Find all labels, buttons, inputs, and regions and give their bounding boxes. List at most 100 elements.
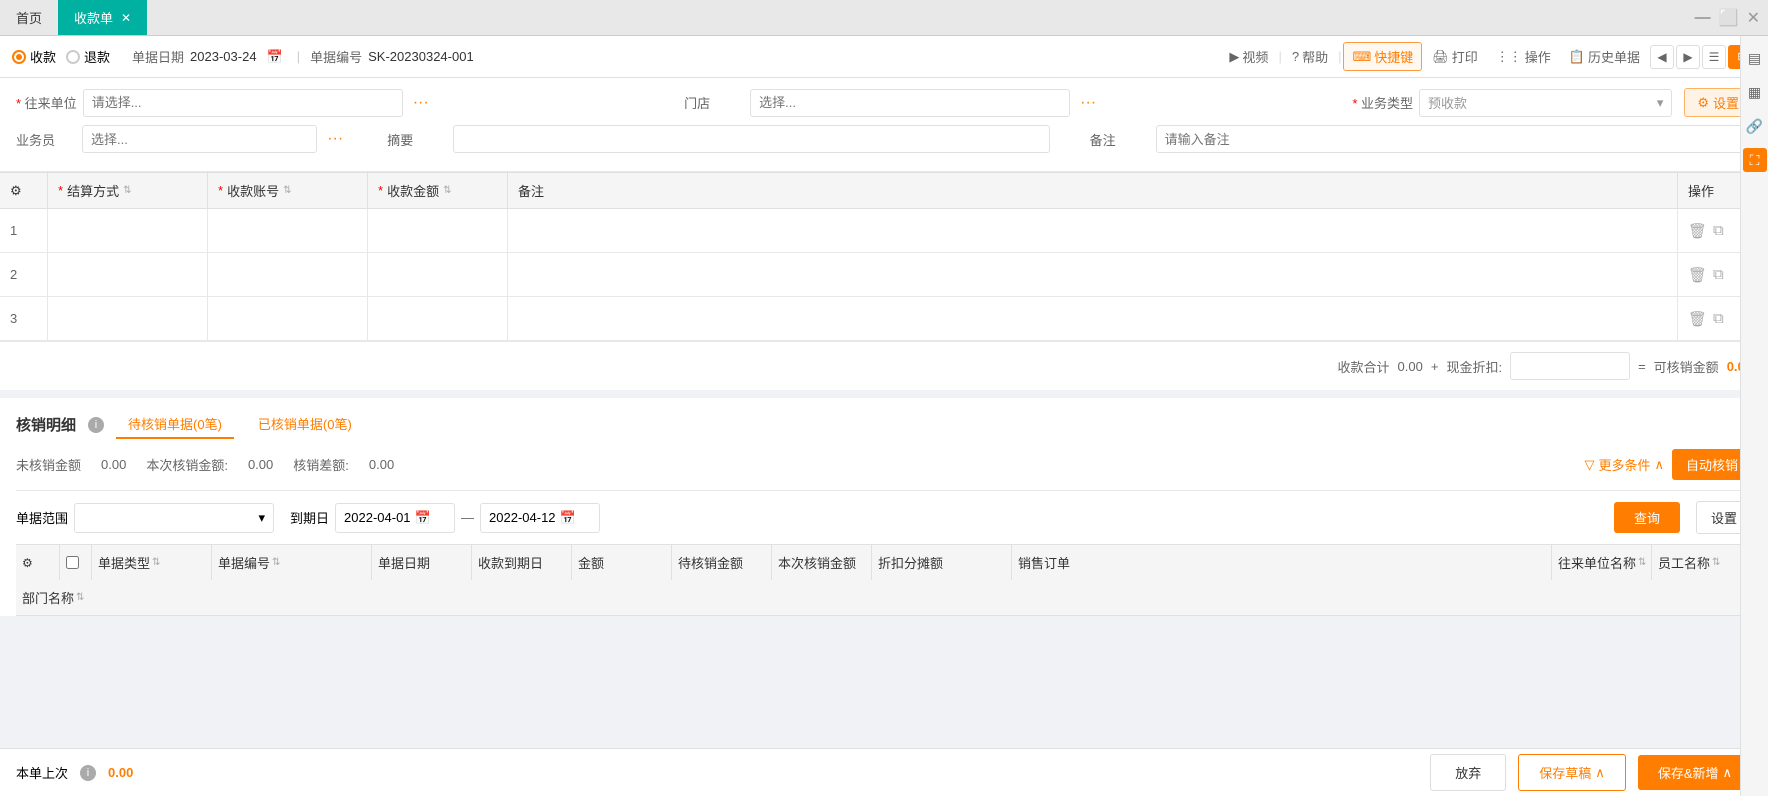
row3-account[interactable] xyxy=(208,297,368,340)
copy-icon[interactable]: ⧉ xyxy=(1713,222,1724,239)
bcol-pending: 待核销金额 xyxy=(672,545,772,580)
prev-info-icon[interactable]: i xyxy=(80,765,96,781)
store-input[interactable] xyxy=(750,89,1070,117)
row1-settle[interactable] xyxy=(48,209,208,252)
history-icon: 📋 xyxy=(1569,49,1585,65)
due-date-field: 到期日 2022-04-01 📅 — 2022-04-12 📅 xyxy=(290,503,600,533)
save-draft-arrow-icon[interactable]: ∧ xyxy=(1595,765,1605,781)
bcol-settings[interactable]: ⚙ xyxy=(16,545,60,580)
sort-icon-2[interactable]: ⇅ xyxy=(283,185,291,196)
prev-nav-btn[interactable]: ◀ xyxy=(1650,45,1674,69)
date-to-input[interactable]: 2022-04-12 📅 xyxy=(480,503,600,533)
radio-refund[interactable]: 退款 xyxy=(66,47,110,66)
tab-receipt[interactable]: 收款单 ✕ xyxy=(58,0,147,35)
staff-more-btn[interactable]: ··· xyxy=(323,130,347,148)
row3-settle[interactable] xyxy=(48,297,208,340)
copy-icon-2[interactable]: ⧉ xyxy=(1713,266,1724,283)
discount-input[interactable] xyxy=(1510,352,1630,380)
rp-expand-icon[interactable]: ⛶ xyxy=(1743,148,1767,172)
discount-label: 现金折扣: xyxy=(1446,357,1502,376)
sort-icon-b3[interactable]: ⇅ xyxy=(1638,557,1646,568)
tab-close-icon[interactable]: ✕ xyxy=(121,11,131,25)
delete-icon-2[interactable]: 🗑 xyxy=(1688,266,1707,284)
calendar-to-icon[interactable]: 📅 xyxy=(560,510,576,526)
tab-home[interactable]: 首页 xyxy=(0,0,58,35)
staff-input[interactable] xyxy=(82,125,317,153)
sort-icon-b2[interactable]: ⇅ xyxy=(272,557,280,568)
business-type-select[interactable]: 预收款 ▾ xyxy=(1419,89,1672,117)
bcol-doc-no: 单据编号 ⇅ xyxy=(212,545,372,580)
delete-icon[interactable]: 🗑 xyxy=(1688,222,1707,240)
delete-icon-3[interactable]: 🗑 xyxy=(1688,310,1707,328)
query-btn[interactable]: 查询 xyxy=(1614,502,1680,533)
discard-btn[interactable]: 放弃 xyxy=(1430,754,1506,791)
info-icon[interactable]: i xyxy=(88,417,104,433)
prev-label: 本单上次 xyxy=(16,763,68,782)
restore-icon[interactable]: ⬜ xyxy=(1719,8,1739,28)
row2-settle[interactable] xyxy=(48,253,208,296)
save-new-btn[interactable]: 保存&新增 ∧ xyxy=(1638,755,1752,790)
summary-input[interactable] xyxy=(453,125,1049,153)
tab-pending[interactable]: 待核销单据(0笔) xyxy=(116,410,234,439)
row2-amount[interactable] xyxy=(368,253,508,296)
help-btn[interactable]: ? 帮助 xyxy=(1284,43,1336,70)
bcol-dept-name: 部门名称 ⇅ xyxy=(16,580,60,615)
col-remark: 备注 xyxy=(508,173,1678,208)
row1-num: 1 xyxy=(0,209,48,252)
store-more-btn[interactable]: ··· xyxy=(1076,94,1100,112)
select-all-checkbox[interactable] xyxy=(66,556,79,569)
row1-remark[interactable] xyxy=(508,209,1678,252)
rp-table-icon[interactable]: ▤ xyxy=(1743,46,1767,70)
verify-stats-right: ▽ 更多条件 ∧ 自动核销 xyxy=(1584,449,1752,480)
copy-icon-3[interactable]: ⧉ xyxy=(1713,310,1724,327)
tab-done[interactable]: 已核销单据(0笔) xyxy=(246,410,364,439)
row1-amount[interactable] xyxy=(368,209,508,252)
bcol-discount: 折扣分摊额 xyxy=(872,545,1012,580)
sort-icon[interactable]: ⇅ xyxy=(123,185,131,196)
row2-remark[interactable] xyxy=(508,253,1678,296)
history-btn[interactable]: 📋 历史单据 xyxy=(1561,43,1648,70)
range-field: 单据范围 ▾ xyxy=(16,503,274,533)
col-settings[interactable]: ⚙ xyxy=(0,173,48,208)
more-conditions-btn[interactable]: ▽ 更多条件 ∧ xyxy=(1584,455,1664,474)
next-nav-btn[interactable]: ▶ xyxy=(1676,45,1700,69)
row1-account[interactable] xyxy=(208,209,368,252)
row2-account[interactable] xyxy=(208,253,368,296)
save-new-arrow-icon[interactable]: ∧ xyxy=(1722,765,1732,781)
save-draft-btn[interactable]: 保存草稿 ∧ xyxy=(1518,754,1626,791)
row3-remark[interactable] xyxy=(508,297,1678,340)
rp-link-icon[interactable]: 🔗 xyxy=(1743,114,1767,138)
collect-total-value: 0.00 xyxy=(1398,359,1423,374)
counterpart-input[interactable] xyxy=(83,89,403,117)
shortcut-btn[interactable]: ⌨ 快捷键 xyxy=(1343,42,1422,71)
list-view-btn[interactable]: ☰ xyxy=(1702,45,1726,69)
print-btn[interactable]: 🖨 打印 xyxy=(1424,43,1486,70)
gear-icon: ⚙ xyxy=(1697,95,1709,111)
row2-num: 2 xyxy=(0,253,48,296)
minimize-icon[interactable]: — xyxy=(1695,9,1711,27)
calendar-from-icon[interactable]: 📅 xyxy=(415,510,431,526)
sort-icon-b4[interactable]: ⇅ xyxy=(1712,557,1720,568)
bcol-checkbox[interactable] xyxy=(60,545,92,580)
date-label: 单据日期 xyxy=(132,47,184,66)
remark-input[interactable] xyxy=(1156,125,1752,153)
range-select[interactable]: ▾ xyxy=(74,503,274,533)
calendar-icon[interactable]: 📅 xyxy=(267,49,283,65)
sort-icon-3[interactable]: ⇅ xyxy=(443,185,451,196)
date-value: 2023-03-24 xyxy=(190,49,257,64)
date-from-input[interactable]: 2022-04-01 📅 xyxy=(335,503,455,533)
bottom-table-header: ⚙ 单据类型 ⇅ 单据编号 ⇅ 单据日期 收款到期日 金额 待核销金额 xyxy=(16,544,1752,616)
video-btn[interactable]: ▶ 视频 xyxy=(1221,43,1276,70)
radio-collect[interactable]: 收款 xyxy=(12,47,56,66)
sort-icon-b1[interactable]: ⇅ xyxy=(152,557,160,568)
operation-btn[interactable]: ⋮⋮ 操作 xyxy=(1488,43,1559,70)
verify-title: 核销明细 i 待核销单据(0笔) 已核销单据(0笔) xyxy=(16,410,1752,439)
close-icon[interactable]: ✕ xyxy=(1747,8,1760,28)
row3-amount[interactable] xyxy=(368,297,508,340)
table-row: 3 🗑 ⧉ xyxy=(0,297,1768,341)
counterpart-more-btn[interactable]: ··· xyxy=(409,94,433,112)
discard-label: 放弃 xyxy=(1455,766,1481,781)
right-panel: ▤ ▦ 🔗 ⛶ xyxy=(1740,36,1768,796)
sort-icon-b5[interactable]: ⇅ xyxy=(76,592,84,603)
rp-grid-icon[interactable]: ▦ xyxy=(1743,80,1767,104)
